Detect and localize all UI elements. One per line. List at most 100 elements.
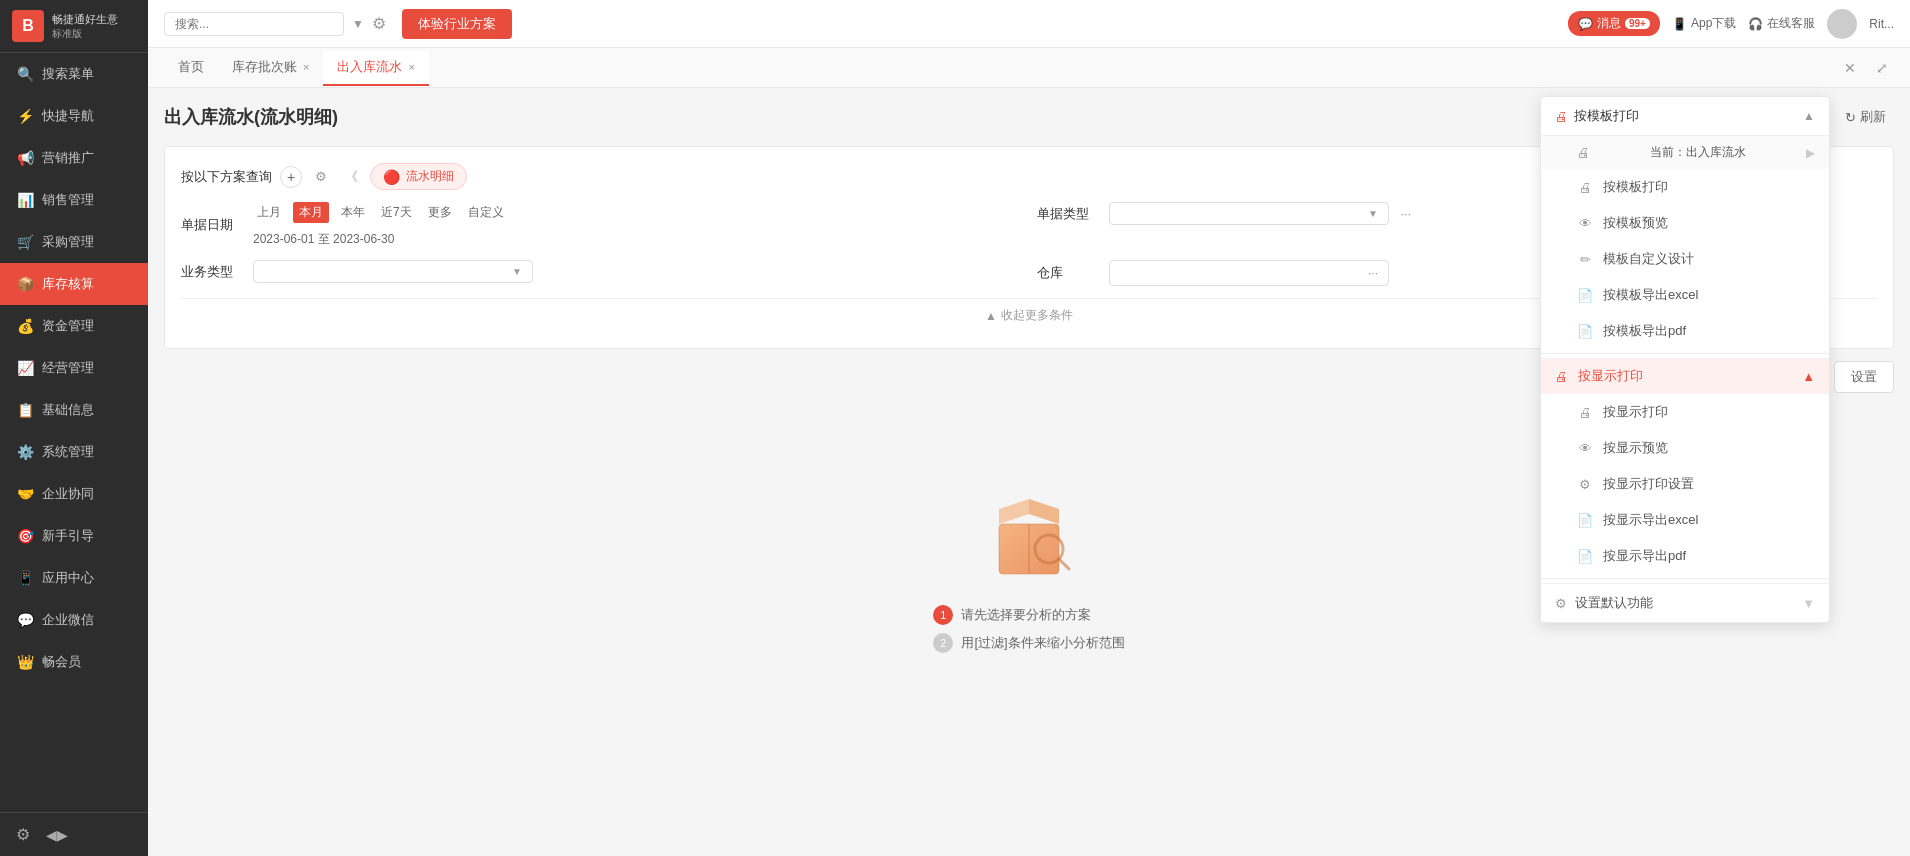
warehouse-more-btn[interactable]: ··· (1368, 266, 1378, 280)
sidebar-item-operations[interactable]: 📈 经营管理 (0, 347, 148, 389)
print-panel-up-arrow[interactable]: ▲ (1803, 109, 1815, 123)
print-panel-template-export-pdf[interactable]: 📄 按模板导出pdf (1541, 313, 1829, 349)
print-panel-display-export-excel[interactable]: 📄 按显示导出excel (1541, 502, 1829, 538)
filter-settings-btn[interactable]: ⚙ (310, 166, 332, 188)
filter-active-tag: 🔴 流水明细 (370, 163, 467, 190)
sidebar-item-search[interactable]: 🔍 搜索菜单 (0, 53, 148, 95)
sidebar: B 畅捷通好生意 标准版 🔍 搜索菜单 ⚡ 快捷导航 📢 营销推广 📊 销售管理 (0, 0, 148, 856)
current-item-icon: 🖨 (1577, 145, 1590, 160)
refresh-btn[interactable]: ↻ 刷新 (1837, 104, 1894, 130)
sidebar-item-inventory[interactable]: 📦 库存核算 (0, 263, 148, 305)
chevron-up-icon: ▲ (985, 309, 997, 323)
filter-add-btn[interactable]: + (280, 166, 302, 188)
tabs-bar: 首页 库存批次账 × 出入库流水 × ✕ ⤢ (148, 48, 1910, 88)
print-panel-current-item: 🖨 当前：出入库流水 ▶ (1541, 136, 1829, 169)
sidebar-item-membership[interactable]: 👑 畅会员 (0, 641, 148, 683)
print-panel-template-custom[interactable]: ✏ 模板自定义设计 (1541, 241, 1829, 277)
tab-batch-account-close[interactable]: × (303, 61, 309, 73)
print-panel-display-section[interactable]: 🖨 按显示打印 ▲ (1541, 358, 1829, 394)
gear-icon: ⚙️ (16, 444, 34, 460)
sidebar-item-marketing[interactable]: 📢 营销推广 (0, 137, 148, 179)
business-select-arrow: ▼ (512, 266, 522, 277)
template-pdf-icon: 📄 (1577, 324, 1593, 339)
filter-date-group: 单据日期 上月 本月 本年 近7天 更多 自定义 2023-06-01 至 20… (181, 202, 1021, 248)
sidebar-item-sales[interactable]: 📊 销售管理 (0, 179, 148, 221)
refresh-icon: ↻ (1845, 110, 1856, 125)
template-excel-icon: 📄 (1577, 288, 1593, 303)
svg-marker-1 (999, 499, 1029, 524)
date-opt-custom[interactable]: 自定义 (464, 202, 508, 223)
tab-maximize-window[interactable]: ⤢ (1870, 56, 1894, 80)
headset-icon: 🎧 (1748, 17, 1763, 31)
tab-close-window[interactable]: ✕ (1838, 56, 1862, 80)
sidebar-item-system[interactable]: ⚙️ 系统管理 (0, 431, 148, 473)
search-input[interactable] (164, 12, 344, 36)
display-section-label: 按显示打印 ▲ (1578, 367, 1815, 385)
print-panel-title: 🖨 按模板打印 (1555, 107, 1639, 125)
handshake-icon: 🤝 (16, 486, 34, 502)
display-print-settings-icon: ⚙ (1577, 477, 1593, 492)
filter-warehouse-select[interactable]: ··· (1109, 260, 1389, 286)
user-avatar[interactable] (1827, 9, 1857, 39)
trending-icon: 📈 (16, 360, 34, 376)
target-icon: 🎯 (16, 528, 34, 544)
chart-icon: 📊 (16, 192, 34, 208)
page-title: 出入库流水(流水明细) (164, 105, 338, 129)
download-icon: 📱 (1672, 17, 1687, 31)
date-opt-this-month[interactable]: 本月 (293, 202, 329, 223)
template-custom-icon: ✏ (1577, 252, 1593, 267)
date-opt-more[interactable]: 更多 (424, 202, 456, 223)
display-pdf-icon: 📄 (1577, 549, 1593, 564)
message-btn[interactable]: 💬 消息 99+ (1568, 11, 1660, 36)
default-settings-arrow: ▼ (1802, 596, 1815, 611)
date-opt-last-month[interactable]: 上月 (253, 202, 285, 223)
sidebar-item-wechat[interactable]: 💬 企业微信 (0, 599, 148, 641)
print-panel-default-settings[interactable]: ⚙ 设置默认功能 ▼ (1541, 583, 1829, 622)
sidebar-item-guide[interactable]: 🎯 新手引导 (0, 515, 148, 557)
settings-btn[interactable]: 设置 (1834, 361, 1894, 393)
display-preview-icon: 👁 (1577, 441, 1593, 456)
current-item-arrow: ▶ (1806, 146, 1815, 160)
filter-tag-icon: 🔴 (383, 169, 400, 185)
box-icon: 📦 (16, 276, 34, 292)
print-panel-display-print[interactable]: 🖨 按显示打印 (1541, 394, 1829, 430)
tab-inventory-flow-close[interactable]: × (408, 61, 414, 73)
sidebar-logo-text: 畅捷通好生意 标准版 (52, 12, 118, 41)
settings-icon[interactable]: ⚙ (372, 14, 386, 33)
tab-inventory-flow[interactable]: 出入库流水 × (323, 50, 428, 86)
date-opt-this-year[interactable]: 本年 (337, 202, 369, 223)
print-panel-header: 🖨 按模板打印 ▲ (1541, 97, 1829, 136)
sidebar-settings-icon[interactable]: ⚙ (16, 825, 30, 844)
print-panel-display-print-settings[interactable]: ⚙ 按显示打印设置 (1541, 466, 1829, 502)
sidebar-item-basic[interactable]: 📋 基础信息 (0, 389, 148, 431)
voucher-more-btn[interactable]: ··· (1401, 207, 1411, 221)
sidebar-item-finance[interactable]: 💰 资金管理 (0, 305, 148, 347)
industry-btn[interactable]: 体验行业方案 (402, 9, 512, 39)
online-service-btn[interactable]: 🎧 在线客服 (1748, 15, 1815, 32)
empty-step-2: 2 用[过滤]条件来缩小分析范围 (933, 633, 1124, 653)
username-text: Rit... (1869, 17, 1894, 31)
tabs-right: ✕ ⤢ (1838, 56, 1894, 80)
print-panel-template-preview[interactable]: 👁 按模板预览 (1541, 205, 1829, 241)
sidebar-item-app-center[interactable]: 📱 应用中心 (0, 557, 148, 599)
print-panel-template-export-excel[interactable]: 📄 按模板导出excel (1541, 277, 1829, 313)
filter-date-options: 上月 本月 本年 近7天 更多 自定义 2023-06-01 至 2023-06… (253, 202, 508, 248)
filter-business-select[interactable]: ▼ (253, 260, 533, 283)
sidebar-item-quick-nav[interactable]: ⚡ 快捷导航 (0, 95, 148, 137)
filter-expand-btn[interactable]: 《 (340, 166, 362, 188)
date-opt-7days[interactable]: 近7天 (377, 202, 416, 223)
filter-voucher-select[interactable]: ▼ (1109, 202, 1389, 225)
tab-home[interactable]: 首页 (164, 50, 218, 86)
print-panel-display-preview[interactable]: 👁 按显示预览 (1541, 430, 1829, 466)
tab-batch-account[interactable]: 库存批次账 × (218, 50, 323, 86)
display-section-arrow-up: ▲ (1802, 369, 1815, 384)
money-icon: 💰 (16, 318, 34, 334)
sidebar-item-enterprise[interactable]: 🤝 企业协同 (0, 473, 148, 515)
template-preview-icon: 👁 (1577, 216, 1593, 231)
top-bar: ▼ ⚙ 体验行业方案 💬 消息 99+ 📱 App下载 🎧 在线客服 (148, 0, 1910, 48)
print-panel-display-export-pdf[interactable]: 📄 按显示导出pdf (1541, 538, 1829, 574)
app-download-btn[interactable]: 📱 App下载 (1672, 15, 1736, 32)
print-panel-template-print[interactable]: 🖨 按模板打印 (1541, 169, 1829, 205)
sidebar-toggle-icon[interactable]: ◀▶ (46, 827, 68, 843)
sidebar-item-purchase[interactable]: 🛒 采购管理 (0, 221, 148, 263)
